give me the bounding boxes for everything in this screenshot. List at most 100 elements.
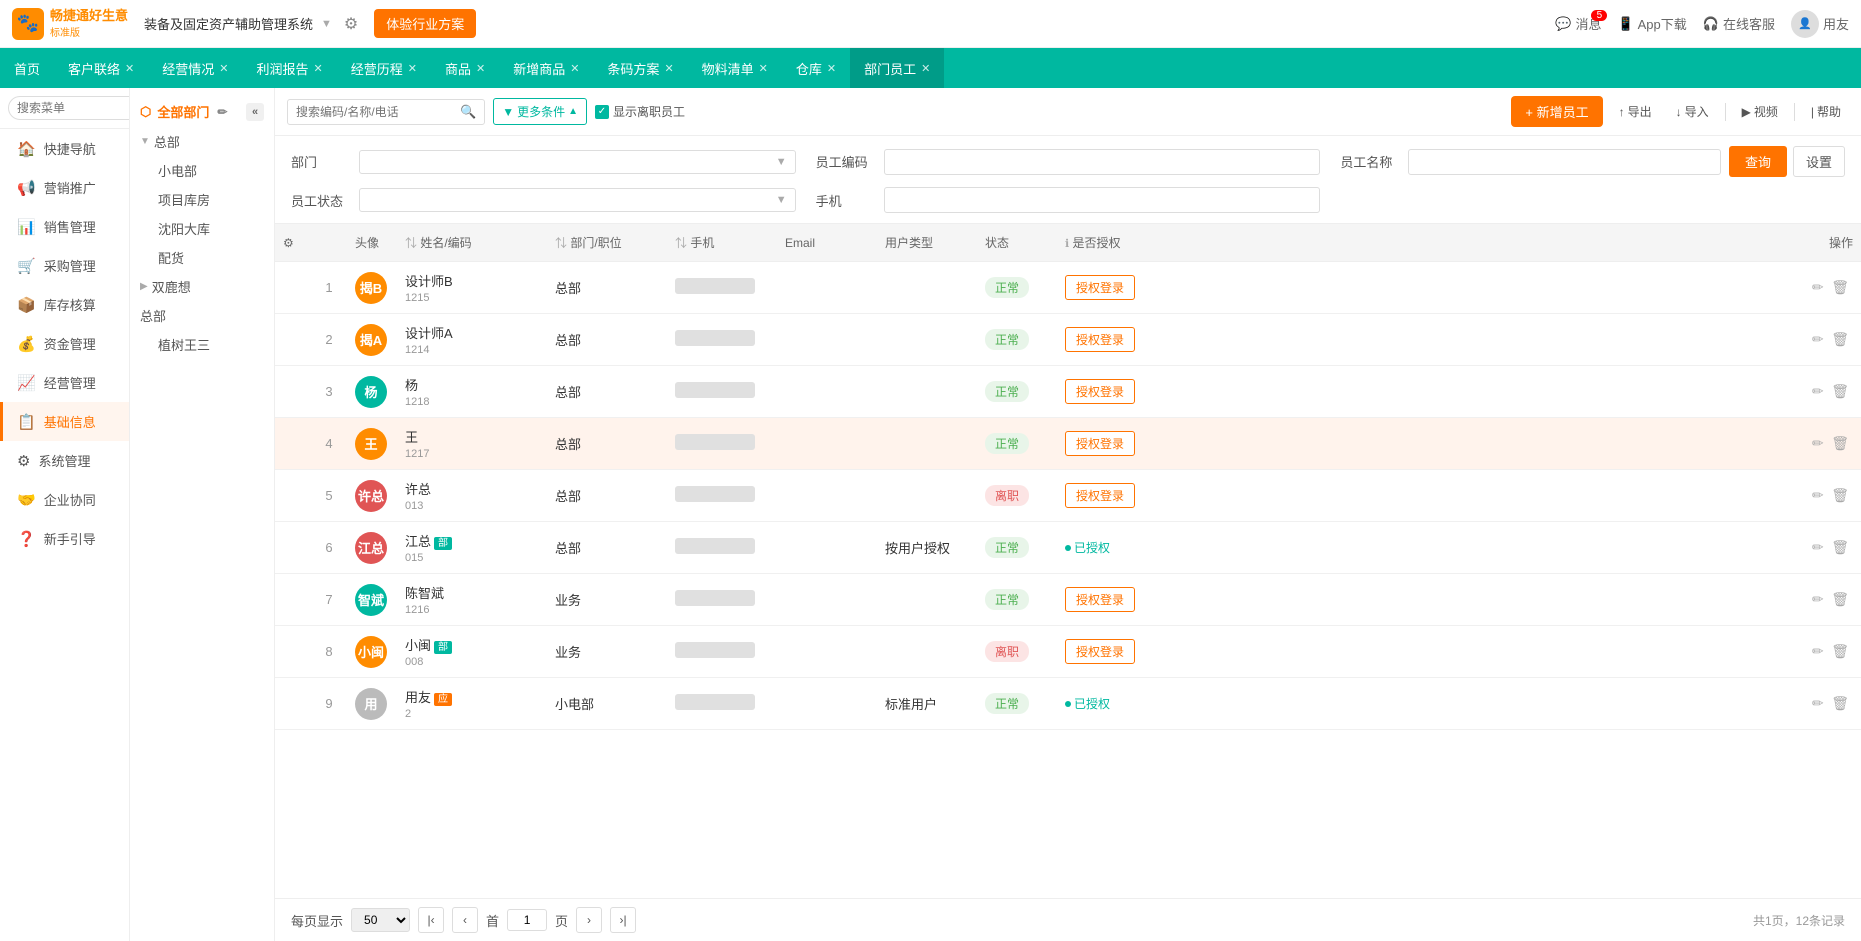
phone-input[interactable] (884, 187, 1321, 213)
search-input[interactable] (296, 105, 456, 119)
nav-close-dept[interactable]: ✕ (921, 62, 930, 75)
next-page-btn[interactable]: › (576, 907, 602, 933)
msg-icon-item[interactable]: 💬 消息 5 (1555, 14, 1601, 33)
dept-node-small-elec[interactable]: 小电部 (130, 156, 274, 185)
dept-all-header[interactable]: ⬡ 全部部门 ✏ « (130, 96, 274, 127)
nav-close-goods[interactable]: ✕ (476, 62, 485, 75)
nav-bom[interactable]: 物料清单 ✕ (688, 48, 782, 88)
auth-btn[interactable]: 授权登录 (1065, 639, 1135, 664)
nav-close-history[interactable]: ✕ (408, 62, 417, 75)
user-item[interactable]: 👤 用友 (1791, 10, 1849, 38)
auth-btn[interactable]: 授权登录 (1065, 431, 1135, 456)
delete-btn[interactable]: 🗑 (1831, 383, 1849, 399)
nav-dept[interactable]: 部门员工 ✕ (850, 48, 944, 88)
edit-btn[interactable]: ✏ (1812, 331, 1824, 347)
nav-close-customer[interactable]: ✕ (125, 62, 134, 75)
nav-close-barcode[interactable]: ✕ (664, 62, 673, 75)
sidebar-item-sales[interactable]: 📊 销售管理 (0, 207, 129, 246)
emp-name-input[interactable] (1408, 149, 1721, 175)
dept-node-hq-parent[interactable]: ▼ 总部 (130, 127, 274, 156)
prev-page-btn[interactable]: ‹ (452, 907, 478, 933)
edit-btn[interactable]: ✏ (1812, 487, 1824, 503)
dept-edit-icon[interactable]: ✏ (217, 105, 227, 119)
dropdown-arrow[interactable]: ▼ (321, 18, 332, 30)
nav-add-goods[interactable]: 新增商品 ✕ (499, 48, 593, 88)
auth-btn[interactable]: 授权登录 (1065, 379, 1135, 404)
delete-btn[interactable]: 🗑 (1831, 643, 1849, 659)
nav-barcode[interactable]: 条码方案 ✕ (593, 48, 687, 88)
nav-warehouse[interactable]: 仓库 ✕ (782, 48, 850, 88)
auth-btn[interactable]: 授权登录 (1065, 587, 1135, 612)
sidebar-item-guide[interactable]: ❓ 新手引导 (0, 519, 129, 558)
add-emp-button[interactable]: + 新增员工 (1511, 96, 1602, 127)
nav-close-add-goods[interactable]: ✕ (570, 62, 579, 75)
nav-goods[interactable]: 商品 ✕ (431, 48, 499, 88)
delete-btn[interactable]: 🗑 (1831, 539, 1849, 555)
nav-close-profit[interactable]: ✕ (314, 62, 323, 75)
help-btn[interactable]: | 帮助 (1803, 99, 1849, 124)
nav-close-bom[interactable]: ✕ (759, 62, 768, 75)
show-resigned-check[interactable]: ✓ 显示离职员工 (595, 103, 685, 120)
dept-filter-select[interactable]: ▼ (359, 150, 796, 174)
nav-biz[interactable]: 经营情况 ✕ (148, 48, 242, 88)
app-download-item[interactable]: 📱 App下载 (1617, 14, 1686, 33)
emp-status-select[interactable]: ▼ (359, 188, 796, 212)
dept-node-hq2[interactable]: 总部 (130, 301, 274, 330)
more-filter-btn[interactable]: ▼ 更多条件 ▲ (493, 98, 587, 125)
dept-node-shenyang[interactable]: 沈阳大库 (130, 214, 274, 243)
settings-col-icon[interactable]: ⚙ (283, 236, 294, 250)
nav-customer[interactable]: 客户联络 ✕ (54, 48, 148, 88)
edit-btn[interactable]: ✏ (1812, 695, 1824, 711)
sidebar-item-purchase[interactable]: 🛒 采购管理 (0, 246, 129, 285)
nav-close-biz[interactable]: ✕ (219, 62, 228, 75)
sidebar-item-inventory[interactable]: 📦 库存核算 (0, 285, 129, 324)
sidebar-item-marketing[interactable]: 📢 营销推广 (0, 168, 129, 207)
delete-btn[interactable]: 🗑 (1831, 435, 1849, 451)
dept-collapse-btn[interactable]: « (246, 103, 264, 121)
page-number-input[interactable]: 1 (507, 909, 547, 931)
view-btn[interactable]: ▶ 视频 (1734, 99, 1786, 124)
last-page-btn[interactable]: ›| (610, 907, 636, 933)
auth-btn[interactable]: 授权登录 (1065, 483, 1135, 508)
sidebar-item-operations[interactable]: 📈 经营管理 (0, 363, 129, 402)
dept-node-distribution[interactable]: 配货 (130, 243, 274, 272)
show-resigned-checkbox[interactable]: ✓ (595, 105, 609, 119)
sidebar-item-finance[interactable]: 💰 资金管理 (0, 324, 129, 363)
import-btn[interactable]: ↓ 导入 (1668, 99, 1717, 124)
edit-btn[interactable]: ✏ (1812, 279, 1824, 295)
edit-btn[interactable]: ✏ (1812, 591, 1824, 607)
edit-btn[interactable]: ✏ (1812, 383, 1824, 399)
delete-btn[interactable]: 🗑 (1831, 695, 1849, 711)
set-btn[interactable]: 设置 (1793, 146, 1845, 177)
th-dept[interactable]: ⇅ 部门/职位 (547, 224, 667, 262)
sidebar-item-basic-info[interactable]: 📋 基础信息 (0, 402, 129, 441)
query-btn[interactable]: 查询 (1729, 146, 1787, 177)
emp-code-input[interactable] (884, 149, 1321, 175)
nav-profit[interactable]: 利润报告 ✕ (242, 48, 336, 88)
th-settings[interactable]: ⚙ (275, 224, 311, 262)
sidebar-item-quick-nav[interactable]: 🏠 快捷导航 (0, 129, 129, 168)
service-item[interactable]: 🎧 在线客服 (1703, 14, 1775, 33)
th-phone[interactable]: ⇅ 手机 (667, 224, 777, 262)
trial-btn[interactable]: 体验行业方案 (374, 9, 476, 38)
delete-btn[interactable]: 🗑 (1831, 331, 1849, 347)
nav-close-warehouse[interactable]: ✕ (827, 62, 836, 75)
dept-node-project-storage[interactable]: 项目库房 (130, 185, 274, 214)
first-page-btn[interactable]: |‹ (418, 907, 444, 933)
per-page-select[interactable]: 50 100 200 (351, 908, 410, 932)
auth-btn[interactable]: 授权登录 (1065, 327, 1135, 352)
delete-btn[interactable]: 🗑 (1831, 591, 1849, 607)
edit-btn[interactable]: ✏ (1812, 435, 1824, 451)
sidebar-item-enterprise[interactable]: 🤝 企业协同 (0, 480, 129, 519)
sidebar-search-input[interactable] (8, 96, 130, 120)
edit-btn[interactable]: ✏ (1812, 539, 1824, 555)
delete-btn[interactable]: 🗑 (1831, 279, 1849, 295)
delete-btn[interactable]: 🗑 (1831, 487, 1849, 503)
dept-node-shuanglu[interactable]: ▶ 双鹿想 (130, 272, 274, 301)
settings-icon[interactable]: ⚙ (344, 14, 358, 34)
nav-home[interactable]: 首页 (0, 48, 54, 88)
export-btn[interactable]: ↑ 导出 (1611, 99, 1660, 124)
dept-node-zhishu[interactable]: 植树王三 (130, 330, 274, 359)
th-name[interactable]: ⇅ 姓名/编码 (397, 224, 547, 262)
edit-btn[interactable]: ✏ (1812, 643, 1824, 659)
